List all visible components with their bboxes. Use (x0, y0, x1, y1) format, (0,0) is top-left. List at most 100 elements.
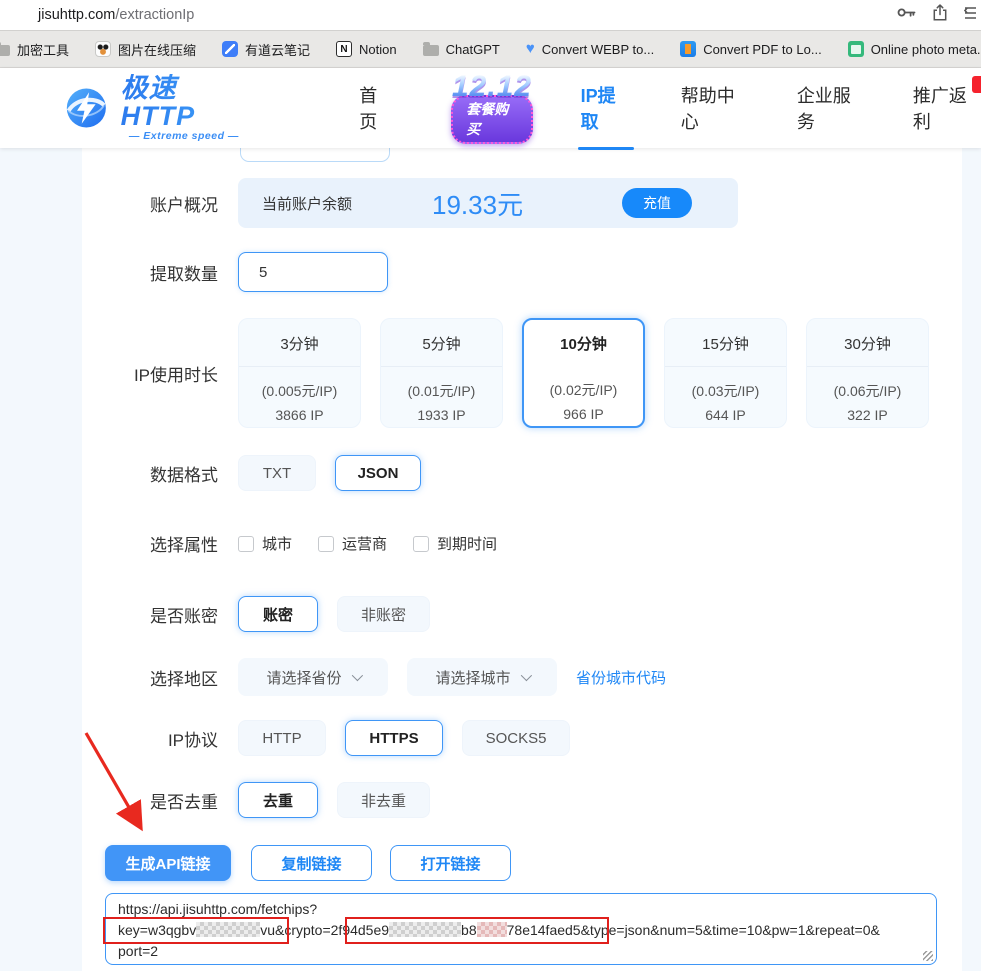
protocol-row: IP协议 HTTP HTTPS SOCKS5 (105, 720, 962, 756)
nav-referral[interactable]: 推广返利 (913, 82, 981, 134)
duration-options: 3分钟 (0.005元/IP) 3866 IP 5分钟 (0.01元/IP) 1… (238, 318, 929, 428)
account-panel: 当前账户余额 19.33元 充值 (238, 178, 738, 228)
bookmark-label: Online photo meta... (870, 41, 981, 57)
balance-label: 当前账户余额 (262, 195, 353, 213)
nav-help-center[interactable]: 帮助中心 (681, 82, 749, 134)
nav-enterprise[interactable]: 企业服务 (797, 82, 865, 134)
dedupe-row: 是否去重 去重 非去重 (105, 782, 962, 818)
city-select[interactable]: 请选择城市 (407, 658, 557, 696)
checkbox-carrier[interactable]: 运营商 (318, 533, 387, 554)
folder-icon (0, 42, 10, 56)
protocol-option-http[interactable]: HTTP (238, 720, 326, 756)
folder-icon (422, 42, 439, 56)
quantity-label: 提取数量 (150, 264, 218, 284)
bookmark-item[interactable]: Online photo meta... (847, 41, 981, 57)
nav-home[interactable]: 首页 (359, 82, 393, 134)
bookmark-item[interactable]: N Notion (336, 41, 397, 57)
duration-card-30min[interactable]: 30分钟 (0.06元/IP) 322 IP (806, 318, 929, 428)
browser-url-bar: jisuhttp.com/extractionIp (0, 0, 981, 30)
lightning-logo-icon (66, 88, 106, 128)
protocol-label: IP协议 (167, 730, 218, 750)
promo-badge[interactable]: 12.12 套餐购买 (451, 70, 533, 144)
duration-price: (0.005元/IP) (261, 383, 338, 399)
duration-title: 30分钟 (844, 336, 891, 353)
logo-title: 极速HTTP (121, 74, 248, 131)
url-path: /extractionIp (115, 7, 195, 23)
bookmark-item[interactable]: 有道云笔记 (222, 40, 310, 59)
quantity-input[interactable] (238, 252, 388, 292)
copy-link-button[interactable]: 复制链接 (251, 845, 372, 881)
duration-stock: 966 IP (563, 406, 604, 422)
duration-card-10min-selected[interactable]: 10分钟 (0.02元/IP) 966 IP (522, 318, 645, 428)
recharge-button[interactable]: 充值 (622, 188, 692, 218)
checkbox-icon[interactable] (238, 535, 254, 552)
auth-option-credential-selected[interactable]: 账密 (238, 596, 318, 632)
checkbox-icon[interactable] (318, 535, 335, 552)
checkbox-expiry[interactable]: 到期时间 (413, 533, 497, 554)
bookmark-item[interactable]: ♥ Convert WEBP to... (526, 41, 654, 57)
divider (381, 366, 502, 367)
bookmark-item[interactable]: Convert PDF to Lo... (680, 41, 822, 57)
password-key-icon[interactable] (897, 6, 916, 24)
format-option-json-selected[interactable]: JSON (335, 455, 421, 491)
format-option-txt[interactable]: TXT (238, 455, 316, 491)
chevron-down-icon (351, 669, 363, 682)
api-url-line3: port=2 (118, 943, 159, 959)
textarea-resize-handle[interactable] (923, 951, 933, 961)
extraction-form-card: 账户概况 当前账户余额 19.33元 充值 提取数量 IP使用时长 3分钟 (0… (82, 148, 962, 971)
api-crypto-mid: b8 (461, 922, 477, 938)
bookmarks-bar: 加密工具 图片在线压缩 有道云笔记 N Notion ChatGPT ♥ Con… (0, 30, 981, 68)
duration-stock: 322 IP (847, 407, 888, 423)
share-icon[interactable] (933, 4, 947, 26)
clipped-input-remnant (240, 148, 390, 162)
auth-option-no-credential[interactable]: 非账密 (337, 596, 430, 632)
account-row: 账户概况 当前账户余额 19.33元 充值 (105, 178, 962, 228)
censored-crypto-block (389, 922, 462, 937)
nav-ip-extract[interactable]: IP提取 (581, 82, 631, 134)
duration-label: IP使用时长 (133, 365, 218, 385)
api-key-prefix: key=w3qgbv (118, 922, 197, 938)
bookmark-item[interactable]: ChatGPT (422, 42, 500, 57)
bookmark-item[interactable]: 加密工具 (0, 40, 69, 59)
protocol-option-https-selected[interactable]: HTTPS (345, 720, 443, 756)
bookmark-item[interactable]: 图片在线压缩 (95, 40, 196, 59)
open-link-button[interactable]: 打开链接 (390, 845, 511, 881)
duration-stock: 1933 IP (417, 407, 466, 423)
youdao-note-icon (222, 41, 239, 57)
logo[interactable]: 极速HTTP — Extreme speed — (64, 74, 248, 142)
api-url-textarea[interactable]: https://api.jisuhttp.com/fetchips? key=w… (105, 893, 937, 965)
protocol-option-socks5[interactable]: SOCKS5 (462, 720, 570, 756)
address-bar[interactable]: jisuhttp.com/extractionIp (38, 7, 194, 23)
page-main: 账户概况 当前账户余额 19.33元 充值 提取数量 IP使用时长 3分钟 (0… (0, 148, 981, 971)
divider (665, 366, 786, 367)
attributes-options: 城市 运营商 到期时间 (238, 533, 497, 554)
duration-title: 3分钟 (280, 336, 319, 353)
checkbox-city[interactable]: 城市 (238, 533, 292, 554)
dedupe-option-yes-selected[interactable]: 去重 (238, 782, 318, 818)
duration-card-15min[interactable]: 15分钟 (0.03元/IP) 644 IP (664, 318, 787, 428)
duration-card-3min[interactable]: 3分钟 (0.005元/IP) 3866 IP (238, 318, 361, 428)
duration-stock: 644 IP (705, 407, 746, 423)
duration-price: (0.01元/IP) (407, 383, 476, 399)
checkbox-icon[interactable] (413, 535, 430, 552)
api-params: 78e14faed5&type=json&num=5&time=10&pw=1&… (506, 922, 880, 938)
dedupe-option-no[interactable]: 非去重 (337, 782, 430, 818)
panda-icon (95, 41, 112, 57)
quantity-row: 提取数量 (105, 252, 962, 292)
province-city-code-link[interactable]: 省份城市代码 (576, 667, 666, 688)
province-select[interactable]: 请选择省份 (238, 658, 388, 696)
province-placeholder: 请选择省份 (266, 669, 342, 687)
generate-api-link-button[interactable]: 生成API链接 (105, 845, 231, 881)
duration-card-5min[interactable]: 5分钟 (0.01元/IP) 1933 IP (380, 318, 503, 428)
duration-title: 15分钟 (702, 336, 749, 353)
actions-row: 生成API链接 复制链接 打开链接 (105, 845, 962, 881)
site-header: 极速HTTP — Extreme speed — 首页 12.12 套餐购买 I… (0, 68, 981, 148)
duration-row: IP使用时长 3分钟 (0.005元/IP) 3866 IP 5分钟 (0.01… (105, 318, 962, 428)
balance-value: 19.33元 (432, 189, 524, 220)
promo-date: 12.12 (451, 70, 532, 104)
city-placeholder: 请选择城市 (435, 669, 511, 687)
dedupe-label: 是否去重 (150, 792, 218, 812)
tabs-overview-icon[interactable] (963, 6, 976, 25)
url-domain: jisuhttp.com (38, 7, 116, 23)
attributes-row: 选择属性 城市 运营商 到期时间 (105, 531, 962, 556)
